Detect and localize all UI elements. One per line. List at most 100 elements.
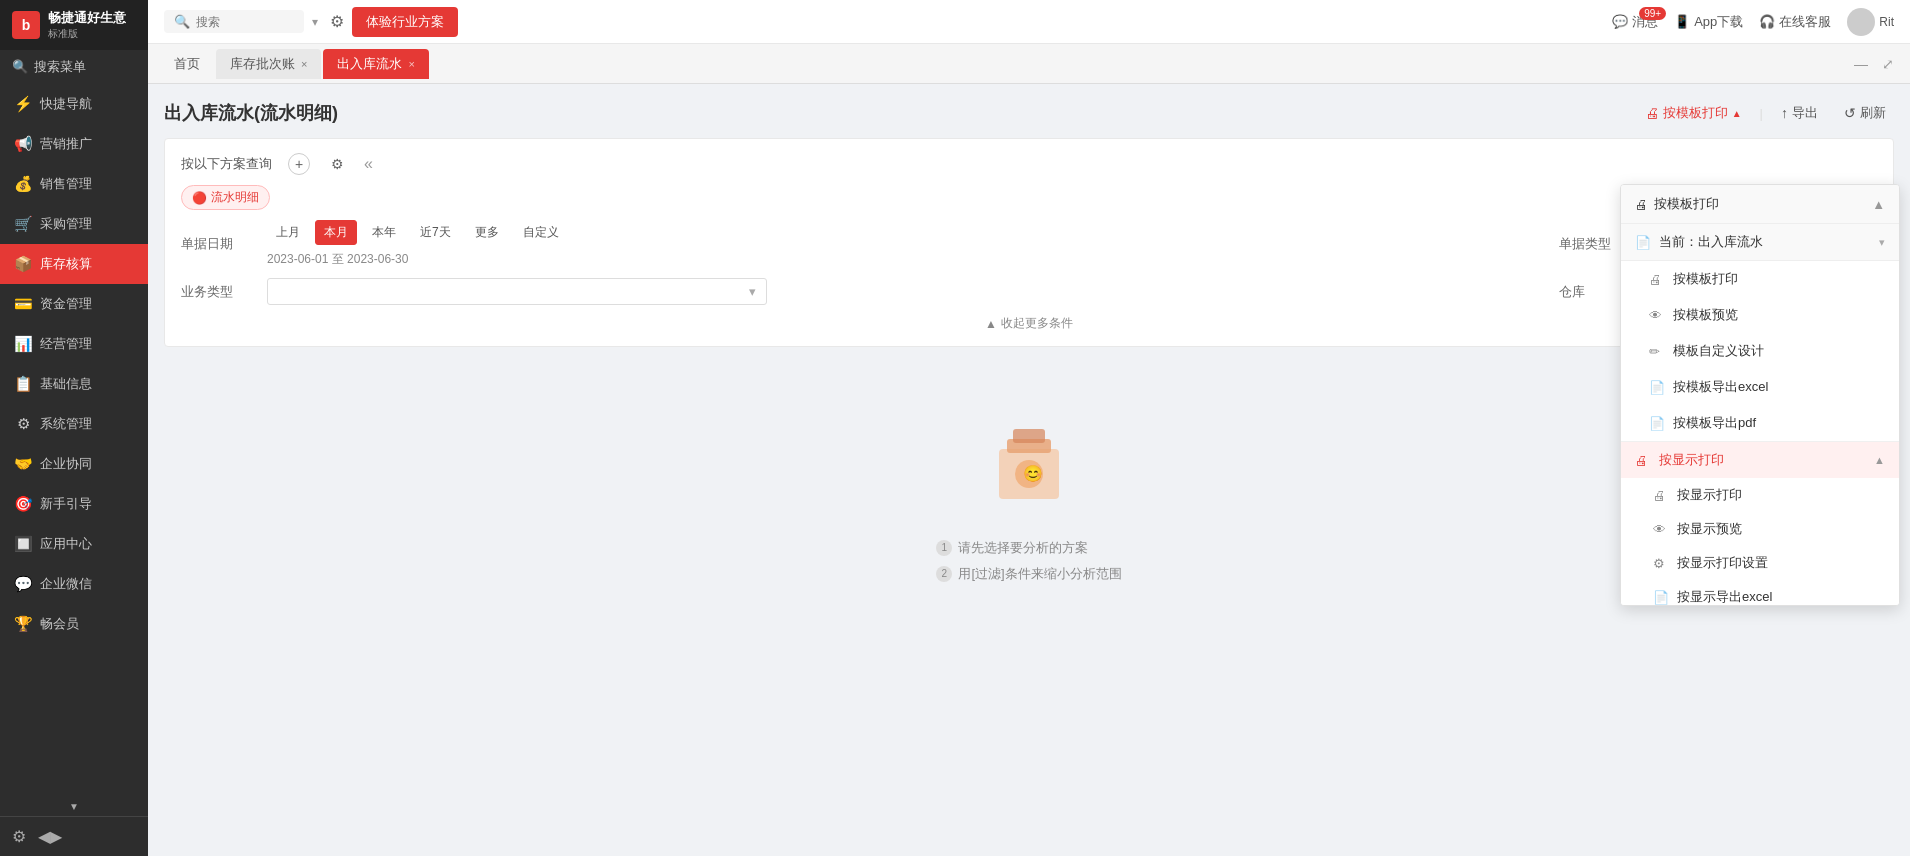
empty-tip-2-text: 用[过滤]条件来缩小分析范围 xyxy=(958,561,1121,587)
tab-flow[interactable]: 出入库流水 × xyxy=(323,49,428,79)
display-print-label: 按显示打印 xyxy=(1677,486,1742,504)
sidebar-item-label: 企业微信 xyxy=(40,575,92,593)
tab-batch-close[interactable]: × xyxy=(301,58,307,70)
date-btn-this-year[interactable]: 本年 xyxy=(363,220,405,245)
print-dropdown-header: 🖨 按模板打印 ▲ xyxy=(1621,185,1899,224)
industry-solution-btn[interactable]: 体验行业方案 xyxy=(352,7,458,37)
filter-add-btn[interactable]: + xyxy=(288,153,310,175)
collapse-up-icon: ▲ xyxy=(985,317,997,331)
current-template-icon: 📄 xyxy=(1635,235,1651,250)
filter-collapse-btn[interactable]: « xyxy=(364,155,373,173)
template-preview-btn[interactable]: 👁 按模板预览 xyxy=(1621,297,1899,333)
sidebar-item-appstore[interactable]: 🔲 应用中心 xyxy=(0,524,148,564)
template-export-pdf-btn[interactable]: 📄 按模板导出pdf xyxy=(1621,405,1899,441)
template-pdf-icon: 📄 xyxy=(1649,416,1665,431)
display-print-icon: 🖨 xyxy=(1653,488,1669,503)
user-avatar-area[interactable]: Rit xyxy=(1847,8,1894,36)
display-export-excel-btn[interactable]: 📄 按显示导出excel xyxy=(1621,580,1899,605)
tab-batch[interactable]: 库存批次账 × xyxy=(216,49,321,79)
sidebar-item-wechat[interactable]: 💬 企业微信 xyxy=(0,564,148,604)
display-preview-label: 按显示预览 xyxy=(1677,520,1742,538)
sidebar-item-purchase[interactable]: 🛒 采购管理 xyxy=(0,204,148,244)
sidebar-item-marketing[interactable]: 📢 营销推广 xyxy=(0,124,148,164)
print-dropdown-chevron-up[interactable]: ▲ xyxy=(1872,197,1885,212)
refresh-icon: ↺ xyxy=(1844,105,1856,121)
template-print-icon: 🖨 xyxy=(1649,272,1665,287)
display-settings-icon: ⚙ xyxy=(1653,556,1669,571)
topbar-gear-icon[interactable]: ⚙ xyxy=(330,12,344,31)
search-icon: 🔍 xyxy=(12,59,28,74)
tab-home-label: 首页 xyxy=(174,55,200,73)
tab-home[interactable]: 首页 xyxy=(160,49,214,79)
sidebar-item-label: 销售管理 xyxy=(40,175,92,193)
template-design-btn[interactable]: ✏ 模板自定义设计 xyxy=(1621,333,1899,369)
tab-flow-label: 出入库流水 xyxy=(337,55,402,73)
tab-flow-close[interactable]: × xyxy=(408,58,414,70)
user-avatar xyxy=(1847,8,1875,36)
sidebar-item-corp[interactable]: 🤝 企业协同 xyxy=(0,444,148,484)
template-preview-label: 按模板预览 xyxy=(1673,306,1738,324)
display-section: 🖨 按显示打印 ▲ 🖨 按显示打印 👁 按显示预览 xyxy=(1621,442,1899,605)
topbar-search-input[interactable] xyxy=(196,15,276,29)
window-minimize-icon[interactable]: — xyxy=(1850,54,1872,74)
biz-type-select[interactable]: ▾ xyxy=(267,278,767,305)
export-btn[interactable]: ↑ 导出 xyxy=(1773,100,1826,126)
sidebar-item-sales[interactable]: 💰 销售管理 xyxy=(0,164,148,204)
sidebar-item-member[interactable]: 🏆 畅会员 xyxy=(0,604,148,644)
sidebar-item-basic[interactable]: 📋 基础信息 xyxy=(0,364,148,404)
collapse-sidebar-icon[interactable]: ◀▶ xyxy=(38,827,62,846)
brand-name: 畅捷通好生意 xyxy=(48,10,126,27)
display-print-btn[interactable]: 🖨 按显示打印 xyxy=(1621,478,1899,512)
date-btn-this-month[interactable]: 本月 xyxy=(315,220,357,245)
filter-gear-btn[interactable]: ⚙ xyxy=(326,153,348,175)
sidebar-item-inventory[interactable]: 📦 库存核算 xyxy=(0,244,148,284)
sidebar-item-label: 畅会员 xyxy=(40,615,79,633)
date-btn-more[interactable]: 更多 xyxy=(466,220,508,245)
current-template-chevron: ▾ xyxy=(1879,236,1885,249)
app-logo-icon: b xyxy=(12,11,40,39)
display-print-settings-btn[interactable]: ⚙ 按显示打印设置 xyxy=(1621,546,1899,580)
active-filter-tag[interactable]: 🔴 流水明细 xyxy=(181,185,270,210)
settings-icon[interactable]: ⚙ xyxy=(12,827,26,846)
refresh-btn[interactable]: ↺ 刷新 xyxy=(1836,100,1894,126)
date-btn-7days[interactable]: 近7天 xyxy=(411,220,460,245)
collapse-label: 收起更多条件 xyxy=(1001,315,1073,332)
app-download-label: App下载 xyxy=(1694,13,1743,31)
topbar-search-dropdown[interactable]: ▾ xyxy=(312,15,318,29)
template-excel-icon: 📄 xyxy=(1649,380,1665,395)
topbar-search-box[interactable]: 🔍 xyxy=(164,10,304,33)
corp-icon: 🤝 xyxy=(14,455,32,473)
template-preview-icon: 👁 xyxy=(1649,308,1665,323)
app-download-btn[interactable]: 📱 App下载 xyxy=(1674,13,1743,31)
wechat-icon: 💬 xyxy=(14,575,32,593)
display-section-header[interactable]: 🖨 按显示打印 ▲ xyxy=(1621,442,1899,478)
display-excel-icon: 📄 xyxy=(1653,590,1669,605)
finance-icon: 💳 xyxy=(14,295,32,313)
online-service-btn[interactable]: 🎧 在线客服 xyxy=(1759,13,1831,31)
template-export-excel-btn[interactable]: 📄 按模板导出excel xyxy=(1621,369,1899,405)
system-icon: ⚙ xyxy=(14,415,32,433)
print-current-template[interactable]: 📄 当前：出入库流水 ▾ xyxy=(1621,224,1899,261)
window-restore-icon[interactable]: ⤢ xyxy=(1878,54,1898,74)
topbar: 🔍 ▾ ⚙ 体验行业方案 💬 消息 99+ 📱 App下载 🎧 在线客服 Rit xyxy=(148,0,1910,44)
sidebar-item-system[interactable]: ⚙ 系统管理 xyxy=(0,404,148,444)
topbar-search-icon: 🔍 xyxy=(174,14,190,29)
display-section-label: 按显示打印 xyxy=(1659,451,1724,469)
print-template-btn[interactable]: 🖨 按模板打印 ▲ xyxy=(1637,100,1750,126)
filter-tag-icon: 🔴 xyxy=(192,191,207,205)
display-preview-btn[interactable]: 👁 按显示预览 xyxy=(1621,512,1899,546)
sidebar-item-quick-nav[interactable]: ⚡ 快捷导航 xyxy=(0,84,148,124)
template-print-btn[interactable]: 🖨 按模板打印 xyxy=(1621,261,1899,297)
display-section-chevron[interactable]: ▲ xyxy=(1874,454,1885,466)
sidebar-item-finance[interactable]: 💳 资金管理 xyxy=(0,284,148,324)
date-btn-custom[interactable]: 自定义 xyxy=(514,220,568,245)
sidebar-item-newbie[interactable]: 🎯 新手引导 xyxy=(0,484,148,524)
date-btn-last-month[interactable]: 上月 xyxy=(267,220,309,245)
page-header: 出入库流水(流水明细) 🖨 按模板打印 ▲ | ↑ 导出 ↺ 刷新 xyxy=(164,100,1894,126)
sidebar-item-label: 库存核算 xyxy=(40,255,92,273)
display-settings-label: 按显示打印设置 xyxy=(1677,554,1768,572)
sidebar-item-operation[interactable]: 📊 经营管理 xyxy=(0,324,148,364)
sidebar-search-btn[interactable]: 🔍 搜索菜单 xyxy=(0,50,148,84)
message-btn[interactable]: 💬 消息 99+ xyxy=(1612,13,1658,31)
sidebar-scroll-down[interactable]: ▼ xyxy=(68,800,80,812)
